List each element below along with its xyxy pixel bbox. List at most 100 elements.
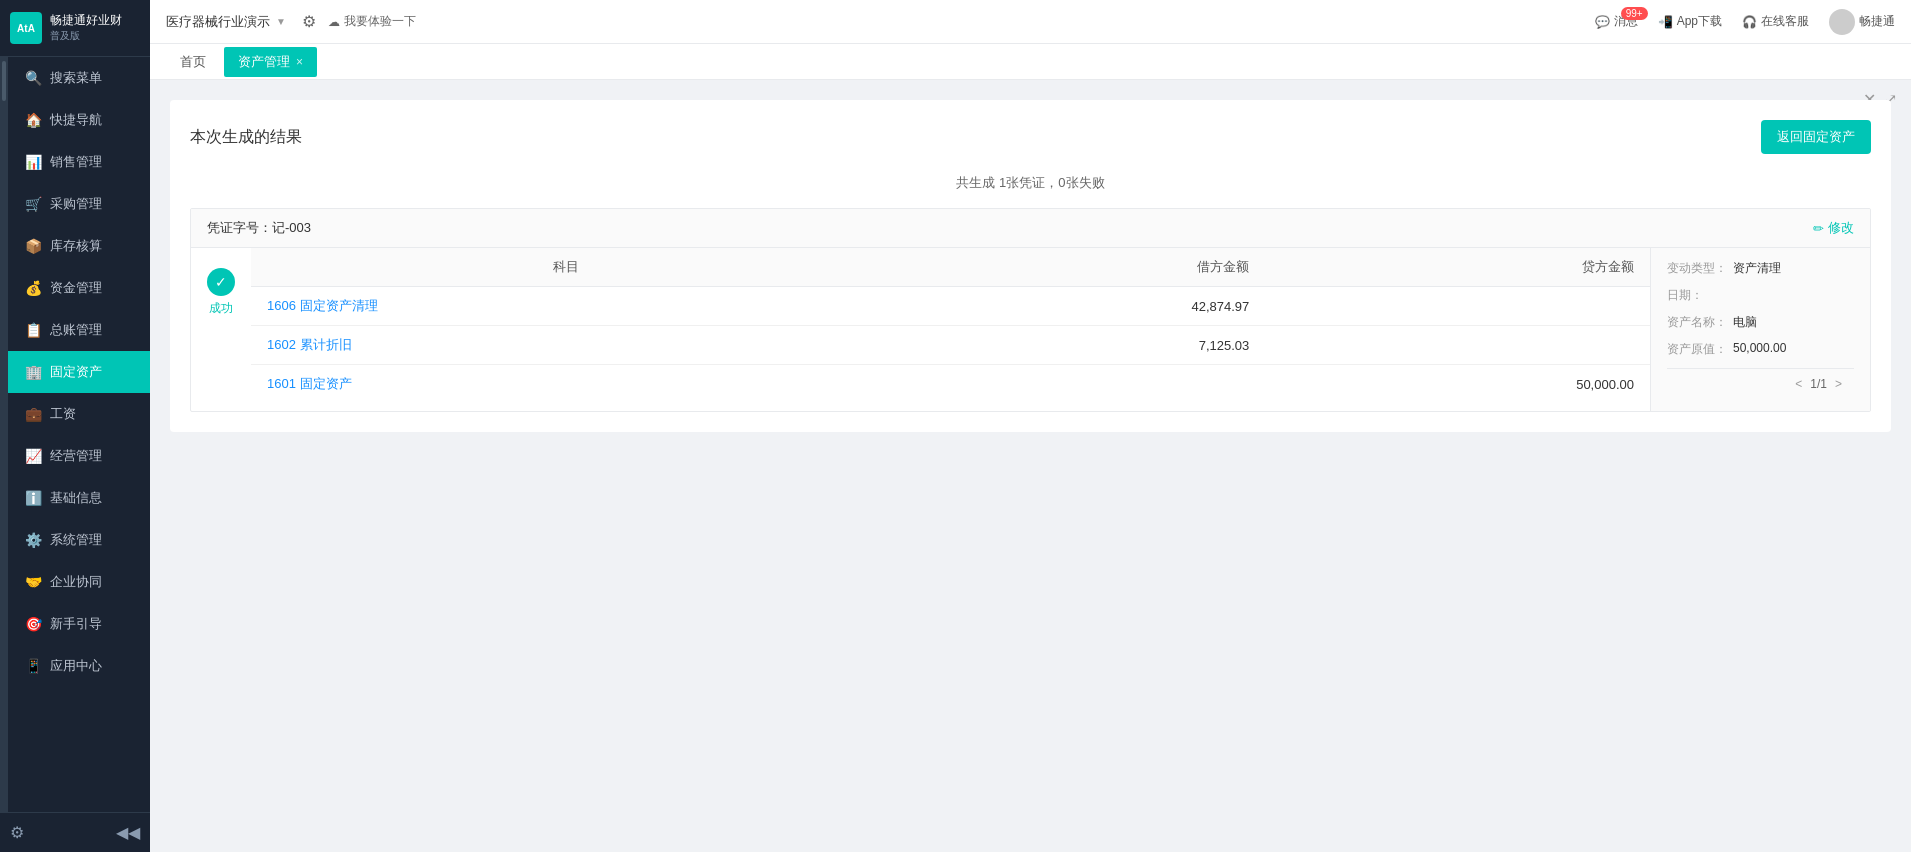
result-page: 本次生成的结果 返回固定资产 共生成 1张凭证，0张失败 凭证字号：记-003 …: [170, 100, 1891, 432]
sidebar-item-sales[interactable]: 📊 销售管理: [8, 141, 150, 183]
side-info-panel: 变动类型： 资产清理 日期： 资产名称： 电脑 资产原值：: [1650, 248, 1870, 411]
table-row: 1602 累计折旧 7,125.03: [251, 326, 1650, 365]
side-info-asset-name: 资产名称： 电脑: [1667, 314, 1854, 331]
app-download-button[interactable]: 📲 App下载: [1658, 13, 1722, 30]
sidebar-item-payroll[interactable]: 💼 工资: [8, 393, 150, 435]
col-header-debit: 借方金额: [881, 248, 1266, 287]
voucher-block: 凭证字号：记-003 ✏ 修改 ✓ 成功: [190, 208, 1871, 412]
message-icon: 💬: [1595, 15, 1610, 29]
sidebar-item-enterprise[interactable]: 🤝 企业协同: [8, 561, 150, 603]
voucher-content: ✓ 成功 科目 借方金额 贷方金额: [191, 248, 1870, 411]
company-arrow-icon: ▼: [276, 16, 286, 27]
side-pagination: < 1/1 >: [1667, 368, 1854, 399]
sidebar-scrollbar[interactable]: [0, 57, 8, 812]
sidebar-logo: AtA 畅捷通好业财 普及版: [0, 0, 150, 57]
sidebar-item-fixed-assets[interactable]: 🏢 固定资产: [8, 351, 150, 393]
box-icon: 📦: [24, 237, 42, 255]
guide-icon: 🎯: [24, 615, 42, 633]
prev-page-button[interactable]: <: [1795, 377, 1802, 391]
company-name: 医疗器械行业演示: [166, 13, 270, 31]
user-profile[interactable]: 畅捷通: [1829, 9, 1895, 35]
side-info-date: 日期：: [1667, 287, 1854, 304]
search-icon: 🔍: [24, 69, 42, 87]
pagination-info: 1/1: [1810, 377, 1827, 391]
voucher-number: 凭证字号：记-003: [207, 219, 311, 237]
edit-icon: ✏: [1813, 221, 1824, 236]
app-logo-text: 畅捷通好业财 普及版: [50, 13, 122, 43]
download-icon: 📲: [1658, 15, 1673, 29]
cart-icon: 🛒: [24, 195, 42, 213]
home-icon: 🏠: [24, 111, 42, 129]
operations-icon: 📈: [24, 447, 42, 465]
user-avatar: [1829, 9, 1855, 35]
experience-button[interactable]: ☁ 我要体验一下: [328, 13, 416, 30]
edit-voucher-button[interactable]: ✏ 修改: [1813, 219, 1854, 237]
next-page-button[interactable]: >: [1835, 377, 1842, 391]
online-service-button[interactable]: 🎧 在线客服: [1742, 13, 1809, 30]
side-info-change-type: 变动类型： 资产清理: [1667, 260, 1854, 277]
sidebar-item-inventory[interactable]: 📦 库存核算: [8, 225, 150, 267]
cloud-icon: ☁: [328, 15, 340, 29]
sidebar-item-operations[interactable]: 📈 经营管理: [8, 435, 150, 477]
debit-cell-3: [881, 365, 1266, 404]
enterprise-icon: 🤝: [24, 573, 42, 591]
sidebar-item-search[interactable]: 🔍 搜索菜单: [8, 57, 150, 99]
topbar: 医疗器械行业演示 ▼ ⚙ ☁ 我要体验一下 💬 消息 99+ 📲 App下载 🎧…: [150, 0, 1911, 44]
tab-close-icon[interactable]: ×: [296, 55, 303, 69]
payroll-icon: 💼: [24, 405, 42, 423]
sidebar-item-quick-nav[interactable]: 🏠 快捷导航: [8, 99, 150, 141]
voucher-header: 凭证字号：记-003 ✏ 修改: [191, 209, 1870, 248]
content-area: ✕ ⤢ 本次生成的结果 返回固定资产 共生成 1张凭证，0张失败 凭证字号：记-…: [150, 80, 1911, 852]
money-icon: 💰: [24, 279, 42, 297]
return-button[interactable]: 返回固定资产: [1761, 120, 1871, 154]
side-info-asset-value: 资产原值： 50,000.00: [1667, 341, 1854, 358]
result-summary: 共生成 1张凭证，0张失败: [190, 174, 1871, 192]
voucher-status-col: ✓ 成功: [191, 248, 251, 337]
debit-cell-2: 7,125.03: [881, 326, 1266, 365]
result-header: 本次生成的结果 返回固定资产: [190, 120, 1871, 154]
building-icon: 🏢: [24, 363, 42, 381]
subject-cell-3: 1601 固定资产: [251, 365, 881, 404]
sidebar-item-app-center[interactable]: 📱 应用中心: [8, 645, 150, 687]
service-icon: 🎧: [1742, 15, 1757, 29]
debit-cell-1: 42,874.97: [881, 287, 1266, 326]
settings-bottom-icon[interactable]: ⚙: [10, 823, 24, 842]
sidebar-item-system[interactable]: ⚙️ 系统管理: [8, 519, 150, 561]
ledger-icon: 📋: [24, 321, 42, 339]
status-label: 成功: [209, 300, 233, 317]
col-header-subject: 科目: [251, 248, 881, 287]
sidebar-item-purchase[interactable]: 🛒 采购管理: [8, 183, 150, 225]
voucher-table: 科目 借方金额 贷方金额 1606 固定资产清理: [251, 248, 1650, 403]
sidebar-bottom: ⚙ ◀◀: [0, 812, 150, 852]
system-icon: ⚙️: [24, 531, 42, 549]
company-selector[interactable]: 医疗器械行业演示 ▼: [166, 13, 286, 31]
success-icon: ✓: [207, 268, 235, 296]
topbar-settings-icon[interactable]: ⚙: [302, 12, 316, 31]
sidebar-item-ledger[interactable]: 📋 总账管理: [8, 309, 150, 351]
sidebar-item-funds[interactable]: 💰 资金管理: [8, 267, 150, 309]
tab-home[interactable]: 首页: [166, 47, 220, 77]
tab-bar: 首页 资产管理 ×: [150, 44, 1911, 80]
credit-cell-1: [1265, 287, 1650, 326]
info-icon: ℹ️: [24, 489, 42, 507]
voucher-main: ✓ 成功 科目 借方金额 贷方金额: [191, 248, 1650, 411]
message-button[interactable]: 💬 消息 99+: [1595, 13, 1638, 30]
table-row: 1606 固定资产清理 42,874.97: [251, 287, 1650, 326]
collapse-icon[interactable]: ◀◀: [116, 823, 140, 842]
credit-cell-2: [1265, 326, 1650, 365]
sidebar-nav: 🔍 搜索菜单 🏠 快捷导航 📊 销售管理 🛒 采购管理 📦 库存核算 💰: [8, 57, 150, 812]
page-title: 本次生成的结果: [190, 127, 302, 148]
message-badge: 99+: [1621, 7, 1648, 20]
subject-link-3[interactable]: 1601 固定资产: [267, 376, 352, 391]
table-row: 1601 固定资产 50,000.00: [251, 365, 1650, 404]
col-header-credit: 贷方金额: [1265, 248, 1650, 287]
sidebar-item-guide[interactable]: 🎯 新手引导: [8, 603, 150, 645]
credit-cell-3: 50,000.00: [1265, 365, 1650, 404]
subject-cell-1: 1606 固定资产清理: [251, 287, 881, 326]
topbar-right: 💬 消息 99+ 📲 App下载 🎧 在线客服 畅捷通: [1595, 9, 1895, 35]
subject-link-2[interactable]: 1602 累计折旧: [267, 337, 352, 352]
tab-asset-mgmt[interactable]: 资产管理 ×: [224, 47, 317, 77]
sidebar-item-basic-info[interactable]: ℹ️ 基础信息: [8, 477, 150, 519]
subject-link-1[interactable]: 1606 固定资产清理: [267, 298, 378, 313]
main-area: 医疗器械行业演示 ▼ ⚙ ☁ 我要体验一下 💬 消息 99+ 📲 App下载 🎧…: [150, 0, 1911, 852]
